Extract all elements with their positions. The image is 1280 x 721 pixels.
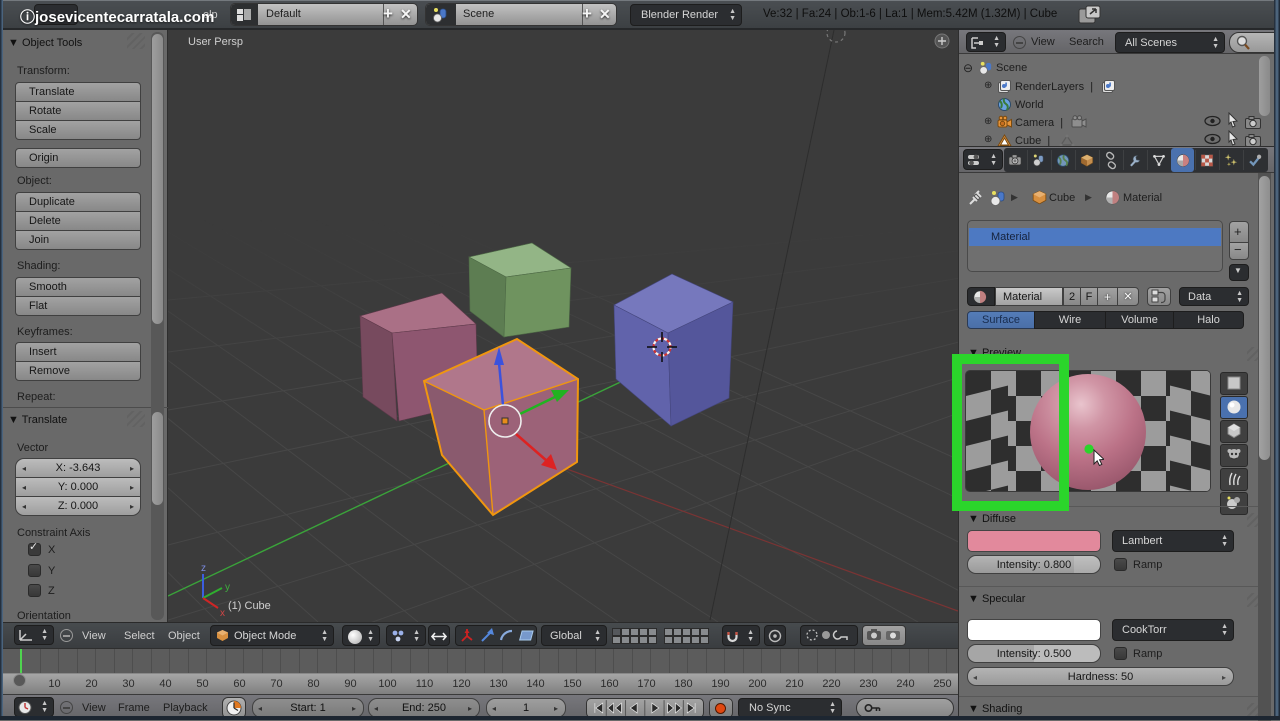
svg-text:y: y bbox=[225, 582, 230, 593]
svg-text:z: z bbox=[201, 563, 206, 574]
svg-text:x: x bbox=[220, 608, 225, 619]
